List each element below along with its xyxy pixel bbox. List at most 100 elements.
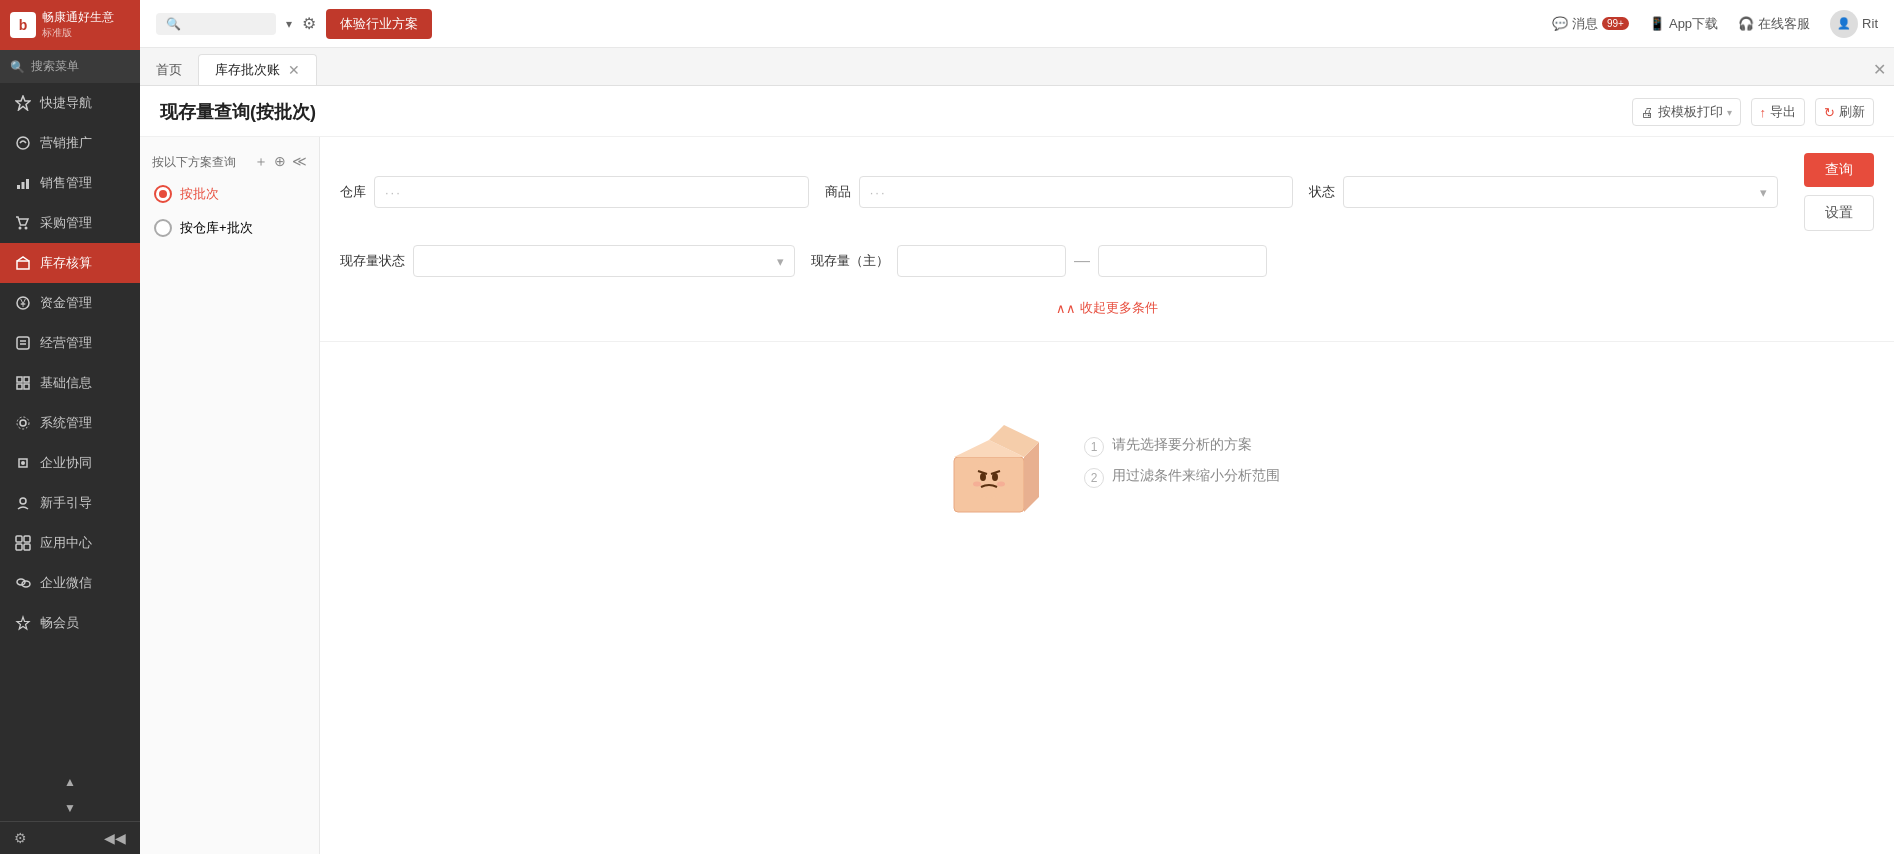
topbar-chevron-icon[interactable]: ▾ — [286, 17, 292, 31]
sidebar-item-marketing[interactable]: 营销推广 — [0, 123, 140, 163]
refresh-btn[interactable]: ↻ 刷新 — [1815, 98, 1874, 126]
panel-header: 按以下方案查询 ＋ ⊕ ≪ — [140, 147, 319, 177]
search-icon: 🔍 — [10, 60, 25, 74]
settings-btn[interactable]: 设置 — [1804, 195, 1874, 231]
svg-point-40 — [997, 482, 1005, 487]
sidebar-item-inventory[interactable]: 库存核算 — [0, 243, 140, 283]
status-chevron-icon: ▾ — [1760, 185, 1767, 200]
status-filter: 状态 ▾ — [1309, 176, 1778, 208]
app-name: 畅康通好生意 — [42, 10, 114, 26]
page-content: 现存量查询(按批次) 🖨 按模板打印 ▾ ↑ 导出 ↻ 刷新 — [140, 86, 1894, 854]
export-btn[interactable]: ↑ 导出 — [1751, 98, 1806, 126]
product-input[interactable]: ··· — [859, 176, 1294, 208]
empty-state: 1 请先选择要分析的方案 2 用过滤条件来缩小分析范围 — [320, 342, 1894, 582]
sales-icon — [14, 174, 32, 192]
hint-num-1: 1 — [1084, 437, 1104, 457]
sidebar-item-operations[interactable]: 经营管理 — [0, 323, 140, 363]
inventory-status-filter: 现存量状态 ▾ — [340, 245, 795, 277]
empty-hints: 1 请先选择要分析的方案 2 用过滤条件来缩小分析范围 — [1084, 436, 1280, 488]
collapse-sidebar-icon[interactable]: ◀◀ — [104, 830, 126, 846]
svg-rect-24 — [16, 544, 22, 550]
sidebar-item-system[interactable]: 系统管理 — [0, 403, 140, 443]
topbar-right: 💬 消息 99+ 📱 App下载 🎧 在线客服 👤 Rit — [1552, 10, 1878, 38]
qty-to-input[interactable] — [1098, 245, 1267, 277]
panel-item-by-warehouse-batch[interactable]: 按仓库+批次 — [140, 211, 319, 245]
sidebar-item-sales[interactable]: 销售管理 — [0, 163, 140, 203]
inventory-icon — [14, 254, 32, 272]
svg-rect-22 — [16, 536, 22, 542]
sidebar-item-label: 企业微信 — [40, 574, 92, 592]
left-panel: 按以下方案查询 ＋ ⊕ ≪ 按批次 按仓库+批次 — [140, 137, 320, 854]
messages-badge: 99+ — [1602, 17, 1629, 30]
svg-rect-4 — [26, 179, 29, 189]
sidebar-search[interactable]: 🔍 搜索菜单 — [0, 50, 140, 83]
panel-item-by-batch[interactable]: 按批次 — [140, 177, 319, 211]
by-batch-radio-icon — [154, 185, 172, 203]
page-header: 现存量查询(按批次) 🖨 按模板打印 ▾ ↑ 导出 ↻ 刷新 — [140, 86, 1894, 137]
panel-header-label: 按以下方案查询 — [152, 154, 236, 171]
svg-rect-23 — [24, 536, 30, 542]
inventory-status-select[interactable]: ▾ — [413, 245, 795, 277]
sidebar-item-label: 采购管理 — [40, 214, 92, 232]
wechat-icon — [14, 574, 32, 592]
sidebar-item-label: 畅会员 — [40, 614, 79, 632]
trial-btn[interactable]: 体验行业方案 — [326, 9, 432, 39]
sidebar-item-basic[interactable]: 基础信息 — [0, 363, 140, 403]
sidebar-item-label: 企业协同 — [40, 454, 92, 472]
svg-rect-25 — [24, 544, 30, 550]
tab-close-icon[interactable]: ✕ — [288, 63, 300, 77]
sidebar-item-label: 经营管理 — [40, 334, 92, 352]
sidebar-item-enterprise[interactable]: 企业协同 — [0, 443, 140, 483]
sidebar-item-label: 应用中心 — [40, 534, 92, 552]
settings-icon[interactable]: ⚙ — [14, 830, 27, 846]
sidebar-scroll-up[interactable]: ▲ — [2, 771, 138, 793]
status-select[interactable]: ▾ — [1343, 176, 1778, 208]
panel-settings-icon[interactable]: ⊕ — [274, 153, 286, 171]
online-support-action[interactable]: 🎧 在线客服 — [1738, 15, 1810, 33]
user-profile[interactable]: 👤 Rit — [1830, 10, 1878, 38]
panel-add-icon[interactable]: ＋ — [254, 153, 268, 171]
sidebar-item-finance[interactable]: ¥ 资金管理 — [0, 283, 140, 323]
close-all-tabs-icon[interactable]: ✕ — [1873, 60, 1886, 79]
topbar-gear-icon[interactable]: ⚙ — [302, 14, 316, 33]
app-download-action[interactable]: 📱 App下载 — [1649, 15, 1718, 33]
print-btn[interactable]: 🖨 按模板打印 ▾ — [1632, 98, 1741, 126]
sidebar-item-apps[interactable]: 应用中心 — [0, 523, 140, 563]
tab-home[interactable]: 首页 — [140, 54, 198, 85]
sidebar-item-guide[interactable]: 新手引导 — [0, 483, 140, 523]
sidebar-item-label: 库存核算 — [40, 254, 92, 272]
sidebar: b 畅康通好生意 标准版 🔍 搜索菜单 快捷导航 营销推广 销售管 — [0, 0, 140, 854]
query-btn[interactable]: 查询 — [1804, 153, 1874, 187]
sidebar-item-members[interactable]: 畅会员 — [0, 603, 140, 643]
guide-icon — [14, 494, 32, 512]
sidebar-item-wechat[interactable]: 企业微信 — [0, 563, 140, 603]
quick-nav-icon — [14, 94, 32, 112]
svg-point-39 — [973, 482, 981, 487]
refresh-icon: ↻ — [1824, 105, 1835, 120]
export-icon: ↑ — [1760, 105, 1767, 120]
empty-hint-1: 1 请先选择要分析的方案 — [1084, 436, 1280, 457]
page-title: 现存量查询(按批次) — [160, 100, 316, 124]
page-actions: 🖨 按模板打印 ▾ ↑ 导出 ↻ 刷新 — [1632, 98, 1875, 126]
app-logo: b — [10, 12, 36, 38]
headset-icon: 🎧 — [1738, 16, 1754, 31]
app-version: 标准版 — [42, 26, 114, 40]
sidebar-item-label: 销售管理 — [40, 174, 92, 192]
qty-from-input[interactable] — [897, 245, 1066, 277]
sidebar-item-quick-nav[interactable]: 快捷导航 — [0, 83, 140, 123]
tab-batch[interactable]: 库存批次账 ✕ — [198, 54, 317, 85]
topbar-search-box[interactable]: 🔍 — [156, 13, 276, 35]
collapse-bar[interactable]: ∧∧ 收起更多条件 — [340, 291, 1874, 325]
panel-collapse-icon[interactable]: ≪ — [292, 153, 307, 171]
collapse-label: 收起更多条件 — [1080, 299, 1158, 317]
sidebar-scroll-down[interactable]: ▼ — [2, 797, 138, 819]
messages-action[interactable]: 💬 消息 99+ — [1552, 15, 1629, 33]
warehouse-input[interactable]: ··· — [374, 176, 809, 208]
filter-row-1: 仓库 ··· 商品 ··· — [340, 153, 1874, 231]
empty-illustration — [934, 402, 1054, 522]
print-icon: 🖨 — [1641, 105, 1654, 120]
sidebar-item-purchase[interactable]: 采购管理 — [0, 203, 140, 243]
topbar-search-icon: 🔍 — [166, 17, 181, 31]
svg-point-17 — [20, 420, 26, 426]
by-warehouse-batch-radio-icon — [154, 219, 172, 237]
